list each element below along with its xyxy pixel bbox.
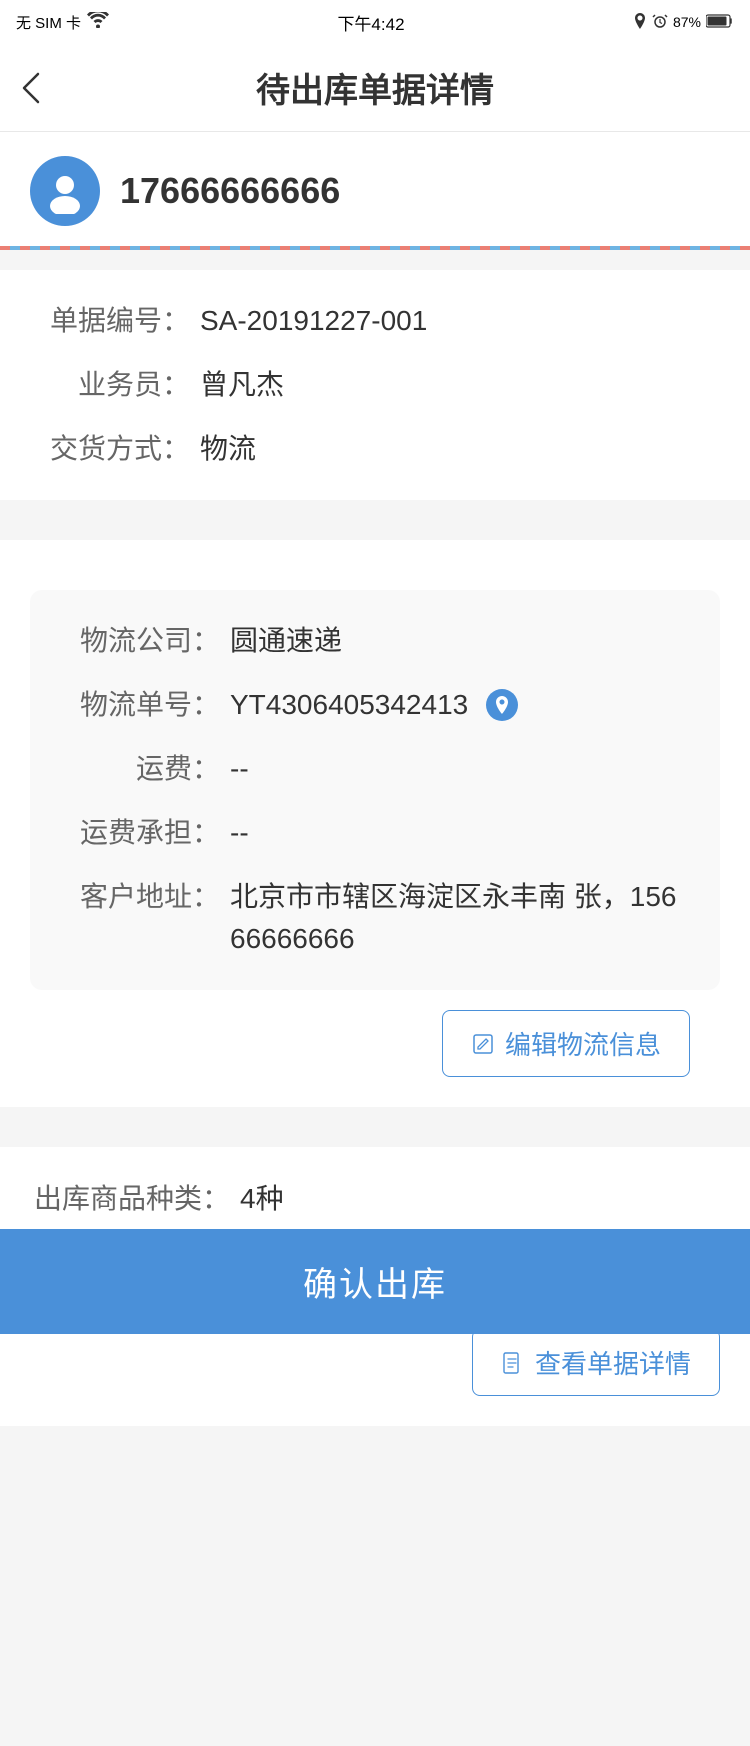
main-content: 17666666666 单据编号： SA-20191227-001 业务员： 曾… xyxy=(0,132,750,1746)
status-time: 下午4:42 xyxy=(337,10,404,35)
delivery-label: 交货方式： xyxy=(30,428,190,470)
order-no-value: SA-20191227-001 xyxy=(190,300,720,342)
logistics-freight-label: 运费： xyxy=(60,748,220,790)
battery-text: 87% xyxy=(673,14,701,30)
nav-bar: 待出库单据详情 xyxy=(0,44,750,132)
confirm-button-label: 确认出库 xyxy=(303,1266,447,1304)
goods-type-value: 4种 xyxy=(230,1177,284,1217)
user-avatar xyxy=(30,156,100,226)
track-location-icon[interactable] xyxy=(482,685,522,725)
logistics-tracking-value: YT4306405342413 xyxy=(220,684,690,726)
order-no-row: 单据编号： SA-20191227-001 xyxy=(30,300,720,342)
page-title: 待出库单据详情 xyxy=(256,63,494,112)
logistics-address-row: 客户地址： 北京市市辖区海淀区永丰南 张，156 66666666 xyxy=(60,876,690,960)
goods-type-label: 出库商品种类： xyxy=(30,1177,230,1217)
logistics-freight-row: 运费： -- xyxy=(60,748,690,790)
order-no-label: 单据编号： xyxy=(30,300,190,342)
user-header: 17666666666 xyxy=(0,132,750,246)
alarm-icon xyxy=(652,13,668,32)
location-status-icon xyxy=(633,13,647,32)
gap2 xyxy=(0,1107,750,1127)
order-info-section: 单据编号： SA-20191227-001 业务员： 曾凡杰 交货方式： 物流 xyxy=(0,270,750,500)
wifi-icon xyxy=(87,12,109,32)
goods-type-row: 出库商品种类： 4种 xyxy=(30,1177,720,1217)
logistics-freight-bearer-value: -- xyxy=(220,812,690,854)
delivery-row: 交货方式： 物流 xyxy=(30,428,720,470)
logistics-tracking-label: 物流单号： xyxy=(60,684,220,726)
logistics-section: 物流公司： 圆通速递 物流单号： YT4306405342413 运费： xyxy=(0,540,750,1107)
logistics-company-row: 物流公司： 圆通速递 xyxy=(60,620,690,662)
logistics-tracking-row: 物流单号： YT4306405342413 xyxy=(60,684,690,726)
logistics-card: 物流公司： 圆通速递 物流单号： YT4306405342413 运费： xyxy=(30,590,720,990)
delivery-value: 物流 xyxy=(190,428,720,470)
gap1 xyxy=(0,500,750,520)
status-right: 87% xyxy=(633,13,734,32)
salesperson-value: 曾凡杰 xyxy=(190,364,720,406)
logistics-freight-bearer-label: 运费承担： xyxy=(60,812,220,854)
user-phone: 17666666666 xyxy=(120,170,340,212)
logistics-address-label: 客户地址： xyxy=(60,876,220,918)
status-left: 无 SIM 卡 xyxy=(16,12,109,33)
view-detail-button[interactable]: 查看单据详情 xyxy=(472,1329,720,1396)
back-button[interactable] xyxy=(20,70,42,106)
dashed-divider xyxy=(0,246,750,250)
confirm-button[interactable]: 确认出库 xyxy=(0,1229,750,1334)
content-spacer xyxy=(0,1426,750,1626)
edit-logistics-btn-wrap: 编辑物流信息 xyxy=(30,990,720,1077)
logistics-company-label: 物流公司： xyxy=(60,620,220,662)
battery-icon xyxy=(706,14,734,31)
logistics-company-value: 圆通速递 xyxy=(220,620,690,662)
salesperson-row: 业务员： 曾凡杰 xyxy=(30,364,720,406)
logistics-address-value: 北京市市辖区海淀区永丰南 张，156 66666666 xyxy=(220,876,690,960)
logistics-freight-bearer-row: 运费承担： -- xyxy=(60,812,690,854)
status-bar: 无 SIM 卡 下午4:42 87% xyxy=(0,0,750,44)
edit-logistics-button[interactable]: 编辑物流信息 xyxy=(442,1010,690,1077)
carrier-text: 无 SIM 卡 xyxy=(16,12,81,33)
logistics-freight-value: -- xyxy=(220,748,690,790)
salesperson-label: 业务员： xyxy=(30,364,190,406)
